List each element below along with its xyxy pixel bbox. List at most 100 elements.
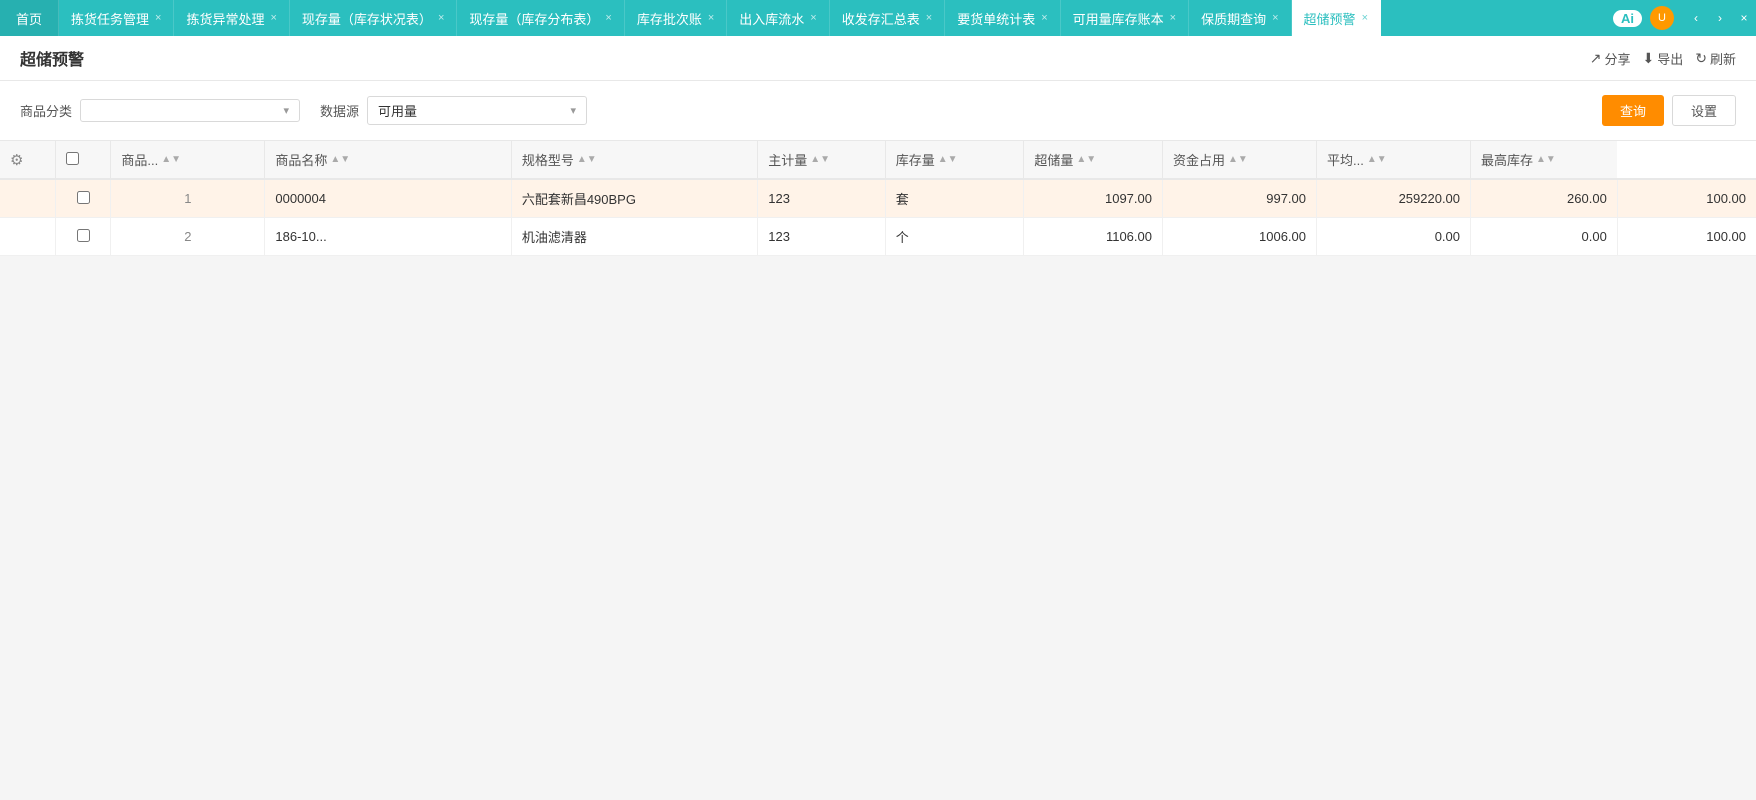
nav-arrows: ‹ › × [1684, 0, 1756, 36]
nav-tab-overstock-alert[interactable]: 超储预警× [1292, 0, 1381, 36]
datasource-value: 可用量 [378, 101, 417, 120]
sort-icon-spec: ▲▼ [577, 155, 597, 165]
table-cell: 个 [885, 218, 1024, 256]
settings-button[interactable]: 设置 [1672, 95, 1736, 126]
nav-tab-batch-account[interactable]: 库存批次账× [625, 0, 727, 36]
nav-tab-close-inout-flow[interactable]: × [810, 12, 816, 24]
nav-tab-inout-summary[interactable]: 收发存汇总表× [830, 0, 945, 36]
th-sort-unit[interactable]: 主计量 ▲▼ [768, 150, 830, 169]
th-code[interactable]: 商品... ▲▼ [111, 141, 265, 179]
header-actions: ↗ 分享 ⬇ 导出 ↻ 刷新 [1590, 49, 1736, 68]
table-cell: 0.00 [1471, 218, 1618, 256]
table-wrapper: ⚙ 商品... ▲▼ 商品名称 ▲▼ [0, 141, 1756, 256]
category-chevron: ▾ [283, 104, 289, 117]
category-label: 商品分类 [20, 101, 72, 120]
sort-icon-over: ▲▼ [1076, 155, 1096, 165]
sort-icon-money: ▲▼ [1228, 155, 1248, 165]
th-sort-money[interactable]: 资金占用 ▲▼ [1173, 150, 1248, 169]
row-checkbox-0[interactable] [77, 191, 90, 204]
table-cell: 0.00 [1317, 218, 1471, 256]
nav-tab-close-stock-dist[interactable]: × [605, 12, 611, 24]
table-cell: 1097.00 [1024, 179, 1163, 218]
nav-tab-home[interactable]: 首页 [0, 0, 59, 36]
sort-icon-stock: ▲▼ [938, 155, 958, 165]
category-filter-group: 商品分类 ▾ [20, 99, 300, 122]
th-sort-max[interactable]: 最高库存 ▲▼ [1481, 150, 1556, 169]
th-spec[interactable]: 规格型号 ▲▼ [511, 141, 757, 179]
nav-tab-available-ledger[interactable]: 可用量库存账本× [1061, 0, 1189, 36]
th-sort-code[interactable]: 商品... ▲▼ [121, 150, 181, 169]
th-sort-stock[interactable]: 库存量 ▲▼ [896, 150, 958, 169]
nav-tab-close-pick-task[interactable]: × [155, 12, 161, 24]
table-cell: 2 [111, 218, 265, 256]
th-max-label: 最高库存 [1481, 150, 1533, 169]
nav-tab-inout-flow[interactable]: 出入库流水× [727, 0, 829, 36]
th-stock-label: 库存量 [896, 150, 935, 169]
category-select[interactable]: ▾ [80, 99, 300, 122]
main-content: ⚙ 商品... ▲▼ 商品名称 ▲▼ [0, 141, 1756, 256]
table-cell [55, 179, 110, 218]
sort-icon-max: ▲▼ [1536, 155, 1556, 165]
nav-tab-close-inout-summary[interactable]: × [926, 12, 932, 24]
sort-icon-name: ▲▼ [330, 155, 350, 165]
nav-tab-close-stock-status[interactable]: × [438, 12, 444, 24]
th-max[interactable]: 最高库存 ▲▼ [1471, 141, 1618, 179]
th-over[interactable]: 超储量 ▲▼ [1024, 141, 1163, 179]
nav-tab-pick-exception[interactable]: 拣货异常处理× [174, 0, 289, 36]
export-label: 导出 [1657, 49, 1683, 68]
nav-tab-close-batch-account[interactable]: × [708, 12, 714, 24]
table-cell: 1106.00 [1024, 218, 1163, 256]
page-title: 超储预警 [20, 46, 84, 70]
export-action[interactable]: ⬇ 导出 [1643, 49, 1684, 68]
nav-tab-close-overstock-alert[interactable]: × [1362, 12, 1368, 24]
th-avg[interactable]: 平均... ▲▼ [1317, 141, 1471, 179]
page-header: 超储预警 ↗ 分享 ⬇ 导出 ↻ 刷新 [0, 36, 1756, 81]
th-settings: ⚙ [0, 141, 55, 179]
nav-tab-stock-dist[interactable]: 现存量（库存分布表）× [457, 0, 624, 36]
user-avatar[interactable]: U [1650, 6, 1674, 30]
filter-bar: 商品分类 ▾ 数据源 可用量 ▾ 查询 设置 [0, 81, 1756, 141]
nav-tab-close-order-stats[interactable]: × [1041, 12, 1047, 24]
query-button[interactable]: 查询 [1602, 95, 1664, 126]
nav-arrow-left[interactable]: ‹ [1684, 0, 1708, 36]
select-all-checkbox[interactable] [66, 152, 79, 165]
export-icon: ⬇ [1643, 50, 1655, 67]
table-cell: 100.00 [1617, 179, 1756, 218]
nav-tab-pick-task[interactable]: 拣货任务管理× [59, 0, 174, 36]
sort-icon-code: ▲▼ [161, 155, 181, 165]
ai-badge[interactable]: Ai [1613, 10, 1642, 27]
nav-tab-stock-status[interactable]: 现存量（库存状况表）× [290, 0, 457, 36]
th-name[interactable]: 商品名称 ▲▼ [265, 141, 511, 179]
datasource-chevron: ▾ [571, 104, 577, 117]
refresh-action[interactable]: ↻ 刷新 [1695, 49, 1736, 68]
th-checkbox [55, 141, 110, 179]
nav-tab-close-pick-exception[interactable]: × [270, 12, 276, 24]
refresh-icon: ↻ [1695, 50, 1707, 67]
th-stock[interactable]: 库存量 ▲▼ [885, 141, 1024, 179]
table-cell: 997.00 [1162, 179, 1316, 218]
nav-tab-shelf-life[interactable]: 保质期查询× [1189, 0, 1291, 36]
nav-tab-close-available-ledger[interactable]: × [1170, 12, 1176, 24]
top-bar-right: Ai U [1603, 0, 1684, 36]
th-money[interactable]: 资金占用 ▲▼ [1162, 141, 1316, 179]
nav-arrow-close[interactable]: × [1732, 0, 1756, 36]
filter-actions: 查询 设置 [1602, 95, 1736, 126]
table-cell: 123 [758, 179, 886, 218]
nav-arrow-right[interactable]: › [1708, 0, 1732, 36]
th-sort-over[interactable]: 超储量 ▲▼ [1034, 150, 1096, 169]
table-cell: 100.00 [1617, 218, 1756, 256]
table-cell: 186-10... [265, 218, 511, 256]
datasource-select[interactable]: 可用量 ▾ [367, 96, 587, 125]
row-checkbox-1[interactable] [77, 229, 90, 242]
share-action[interactable]: ↗ 分享 [1590, 49, 1631, 68]
settings-gear-icon[interactable]: ⚙ [10, 152, 23, 169]
th-unit[interactable]: 主计量 ▲▼ [758, 141, 886, 179]
th-sort-name[interactable]: 商品名称 ▲▼ [275, 150, 350, 169]
table-cell: 259220.00 [1317, 179, 1471, 218]
th-sort-spec[interactable]: 规格型号 ▲▼ [522, 150, 597, 169]
nav-tab-order-stats[interactable]: 要货单统计表× [945, 0, 1060, 36]
th-sort-avg[interactable]: 平均... ▲▼ [1327, 150, 1387, 169]
th-code-label: 商品... [121, 150, 158, 169]
nav-tab-close-shelf-life[interactable]: × [1272, 12, 1278, 24]
nav-tabs: 首页拣货任务管理×拣货异常处理×现存量（库存状况表）×现存量（库存分布表）×库存… [0, 0, 1603, 36]
